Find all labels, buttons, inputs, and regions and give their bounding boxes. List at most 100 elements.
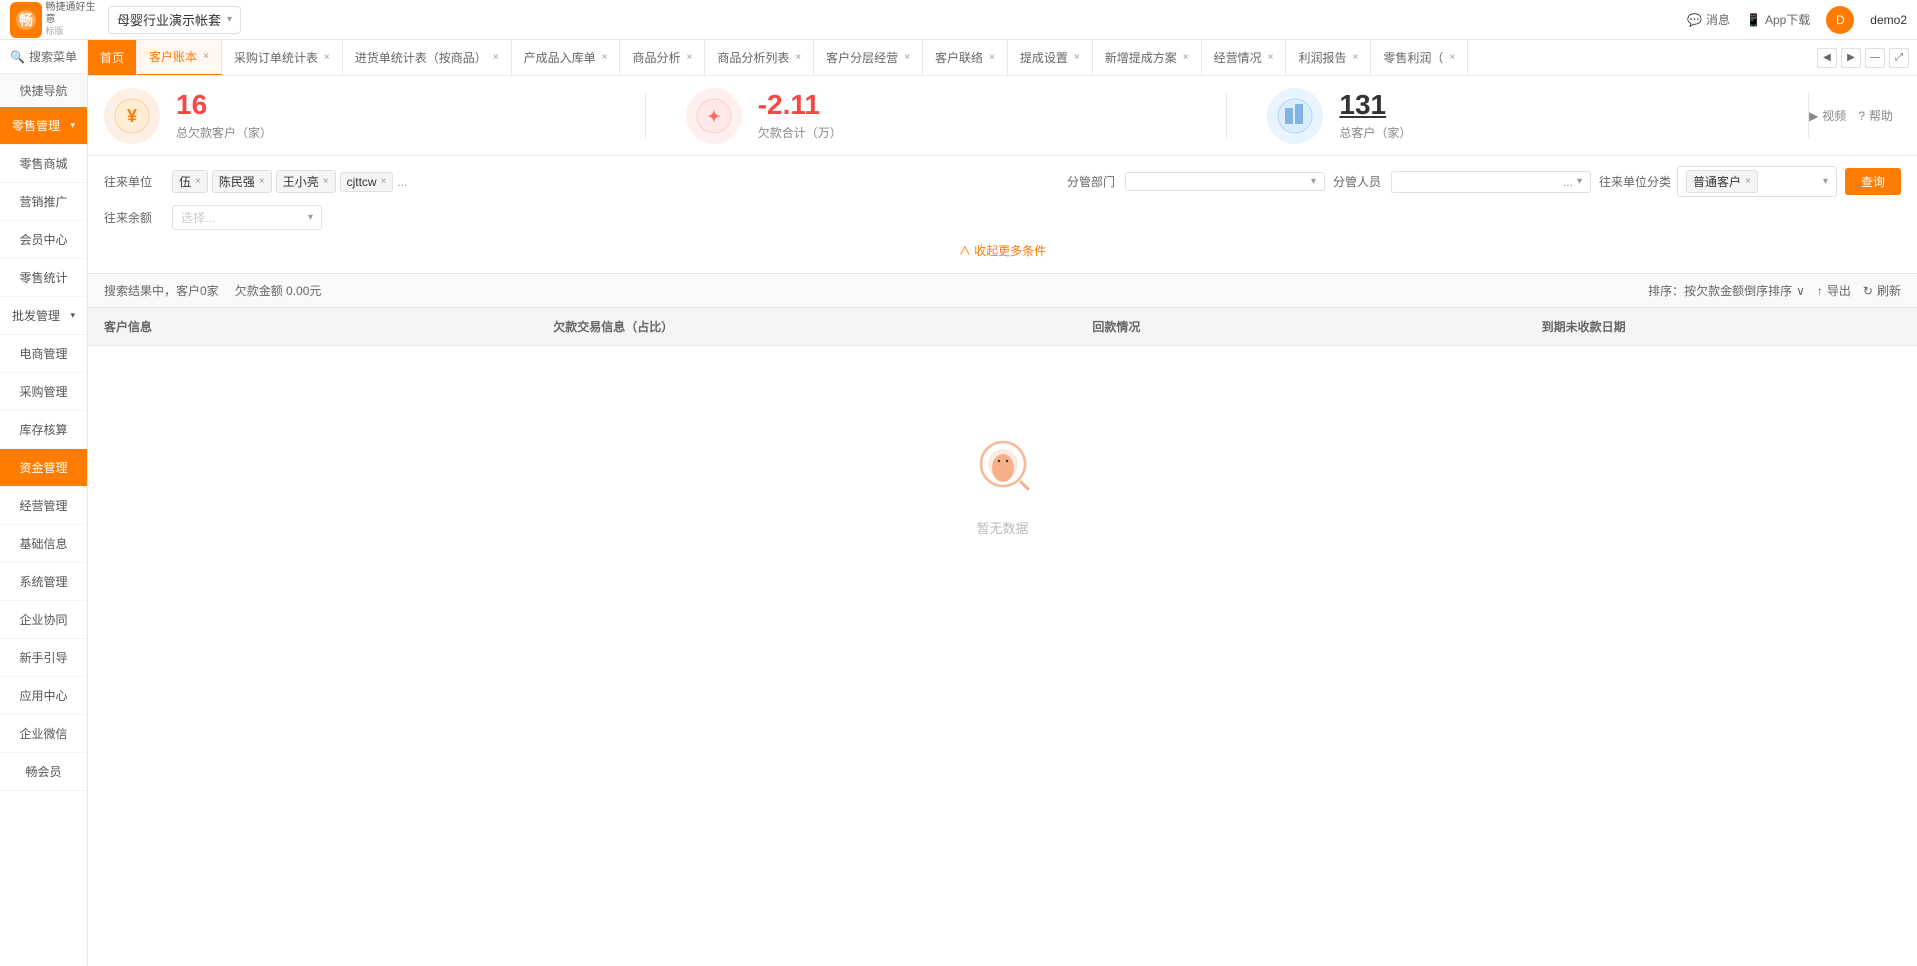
tab-close-customers[interactable]: ×: [203, 51, 209, 62]
stat-label-customers: 总客户（家）: [1339, 124, 1411, 141]
export-btn[interactable]: ↑ 导出: [1817, 282, 1851, 299]
tab-stock-stats[interactable]: 进货单统计表（按商品） ×: [343, 40, 512, 76]
sidebar-item-marketing[interactable]: 营销推广: [0, 183, 87, 221]
sidebar-item-ecom-mgmt[interactable]: 电商管理: [0, 335, 87, 373]
tab-product-analysis[interactable]: 商品分析 ×: [620, 40, 705, 76]
video-link[interactable]: ▶ 视频: [1809, 107, 1846, 124]
tab-home[interactable]: 首页: [88, 40, 137, 76]
filter-category-select[interactable]: 普通客户 × ▾: [1677, 166, 1837, 197]
refresh-btn[interactable]: ↻ 刷新: [1863, 282, 1901, 299]
remove-category-icon[interactable]: ×: [1745, 176, 1751, 187]
tab-customer-contact[interactable]: 客户联络 ×: [923, 40, 1008, 76]
stat-info-debt-amount: -2.11 欠款合计（万）: [758, 90, 842, 142]
help-link[interactable]: ? 帮助: [1858, 107, 1893, 124]
stat-label-debtors: 总欠款客户（家）: [176, 124, 272, 141]
tab-close-customer-contact[interactable]: ×: [989, 52, 995, 63]
sort-label: 排序：按欠款金额倒序排序: [1648, 282, 1792, 299]
logo-area: 畅 畅捷通好生意 标版: [10, 2, 98, 38]
tab-close-customer-tier[interactable]: ×: [904, 52, 910, 63]
tab-customers[interactable]: 客户账本 ×: [137, 40, 222, 76]
top-bar-right: 💬 消息 📱 App下载 D demo2: [1687, 6, 1907, 34]
remove-tag-3-icon[interactable]: ×: [381, 176, 387, 187]
stat-value-customers: 131: [1339, 90, 1411, 121]
filter-dept-select[interactable]: ▾: [1125, 172, 1325, 191]
tab-new-tips-plan[interactable]: 新增提成方案 ×: [1093, 40, 1202, 76]
remove-tag-1-icon[interactable]: ×: [259, 176, 265, 187]
sidebar-item-member-center[interactable]: 会员中心: [0, 221, 87, 259]
tab-customer-tier[interactable]: 客户分层经营 ×: [814, 40, 923, 76]
filter-person-select[interactable]: ... ▾: [1391, 171, 1591, 193]
sidebar-item-wholesale-mgmt[interactable]: 批发管理 ▾: [0, 297, 87, 335]
filter-balance-label: 往来余额: [104, 209, 164, 226]
search-btn[interactable]: 查询: [1845, 168, 1901, 195]
tab-biz-status[interactable]: 经营情况 ×: [1202, 40, 1287, 76]
results-info: 搜索结果中，客户0家 欠款金额 0.00元: [104, 282, 321, 299]
tab-purchase-orders[interactable]: 采购订单统计表 ×: [222, 40, 343, 76]
export-icon: ↑: [1817, 284, 1823, 298]
sidebar-item-app-center[interactable]: 应用中心: [0, 677, 87, 715]
app-download-btn[interactable]: 📱 App下载: [1746, 11, 1810, 28]
tab-product-analysis-list[interactable]: 商品分析列表 ×: [705, 40, 814, 76]
sidebar-item-corp-coop[interactable]: 企业协同: [0, 601, 87, 639]
tab-close-retail-profit[interactable]: ×: [1449, 52, 1455, 63]
sidebar-item-new-guide[interactable]: 新手引导: [0, 639, 87, 677]
tab-close-tips-settings[interactable]: ×: [1074, 52, 1080, 63]
tab-bar: 首页 客户账本 × 采购订单统计表 × 进货单统计表（按商品） × 产成品入库单…: [88, 40, 1917, 76]
results-summary: 搜索结果中，客户0家: [104, 282, 219, 299]
sidebar-item-purchase-mgmt[interactable]: 采购管理: [0, 373, 87, 411]
nav-selector-arrow: ▾: [227, 14, 232, 25]
sidebar-item-basic-info[interactable]: 基础信息: [0, 525, 87, 563]
sort-select[interactable]: 排序：按欠款金额倒序排序 ∨: [1648, 282, 1805, 299]
filter-more-tags[interactable]: ...: [397, 175, 407, 189]
sidebar-item-vip-member[interactable]: 畅会员: [0, 753, 87, 791]
sidebar-item-sys-mgmt[interactable]: 系统管理: [0, 563, 87, 601]
results-actions: 排序：按欠款金额倒序排序 ∨ ↑ 导出 ↻ 刷新: [1648, 282, 1901, 299]
tab-close-biz-status[interactable]: ×: [1268, 52, 1274, 63]
tab-close-product-analysis-list[interactable]: ×: [795, 52, 801, 63]
tab-close-stock-stats[interactable]: ×: [493, 52, 499, 63]
collapse-filter-btn[interactable]: ∧ 收起更多条件: [104, 238, 1901, 263]
col-header-repay: 回款情况: [1092, 318, 1541, 335]
tab-close-profit-report[interactable]: ×: [1352, 52, 1358, 63]
message-btn[interactable]: 💬 消息: [1687, 11, 1730, 28]
sidebar-item-retail-mall[interactable]: 零售商城: [0, 145, 87, 183]
tab-next-btn[interactable]: ▶: [1841, 48, 1861, 68]
tab-collapse-btn[interactable]: —: [1865, 48, 1885, 68]
sidebar-search-area[interactable]: 🔍 搜索菜单: [0, 40, 87, 74]
remove-tag-2-icon[interactable]: ×: [323, 176, 329, 187]
tab-close-new-tips-plan[interactable]: ×: [1183, 52, 1189, 63]
filter-tag-3[interactable]: cjttcw ×: [340, 172, 394, 192]
sidebar-item-inventory[interactable]: 库存核算: [0, 411, 87, 449]
help-icon: ?: [1858, 109, 1865, 123]
filter-tag-0[interactable]: 伍 ×: [172, 170, 208, 193]
sidebar-item-retail-stats[interactable]: 零售统计: [0, 259, 87, 297]
sidebar-item-retail-mgmt[interactable]: 零售管理 ▾: [0, 107, 87, 145]
tab-prev-btn[interactable]: ◀: [1817, 48, 1837, 68]
col-header-customer: 客户信息: [104, 318, 553, 335]
tab-tips-settings[interactable]: 提成设置 ×: [1008, 40, 1093, 76]
user-avatar-img: D: [1836, 13, 1845, 27]
quick-nav[interactable]: 快捷导航: [0, 74, 87, 107]
remove-tag-0-icon[interactable]: ×: [195, 176, 201, 187]
filter-tag-1[interactable]: 陈民强 ×: [212, 170, 272, 193]
tab-maximize-btn[interactable]: ⤢: [1889, 48, 1909, 68]
filter-tag-category[interactable]: 普通客户 ×: [1686, 170, 1758, 193]
tab-close-purchase-orders[interactable]: ×: [324, 52, 330, 63]
filter-balance-select[interactable]: 选择... ▾: [172, 205, 322, 230]
user-avatar[interactable]: D: [1826, 6, 1854, 34]
sidebar-nav: 零售管理 ▾ 零售商城 营销推广 会员中心 零售统计 批发管理 ▾: [0, 107, 87, 791]
nav-selector[interactable]: 母婴行业演示帐套 ▾: [108, 6, 241, 34]
stat-info-customers: 131 总客户（家）: [1339, 90, 1411, 142]
sidebar-item-capital-mgmt[interactable]: 资金管理: [0, 449, 87, 487]
main-layout: 🔍 搜索菜单 快捷导航 零售管理 ▾ 零售商城 营销推广 会员: [0, 40, 1917, 966]
filter-more-person: ...: [1563, 175, 1573, 189]
filter-tag-2[interactable]: 王小亮 ×: [276, 170, 336, 193]
tab-profit-report[interactable]: 利润报告 ×: [1286, 40, 1371, 76]
sidebar-item-corp-wechat[interactable]: 企业微信: [0, 715, 87, 753]
tab-retail-profit[interactable]: 零售利润（ ×: [1371, 40, 1468, 76]
tab-close-product-analysis[interactable]: ×: [686, 52, 692, 63]
sidebar-item-biz-mgmt[interactable]: 经营管理: [0, 487, 87, 525]
tab-close-cost-in[interactable]: ×: [602, 52, 608, 63]
filter-dept-label: 分管部门: [1067, 173, 1117, 190]
tab-cost-in[interactable]: 产成品入库单 ×: [512, 40, 621, 76]
